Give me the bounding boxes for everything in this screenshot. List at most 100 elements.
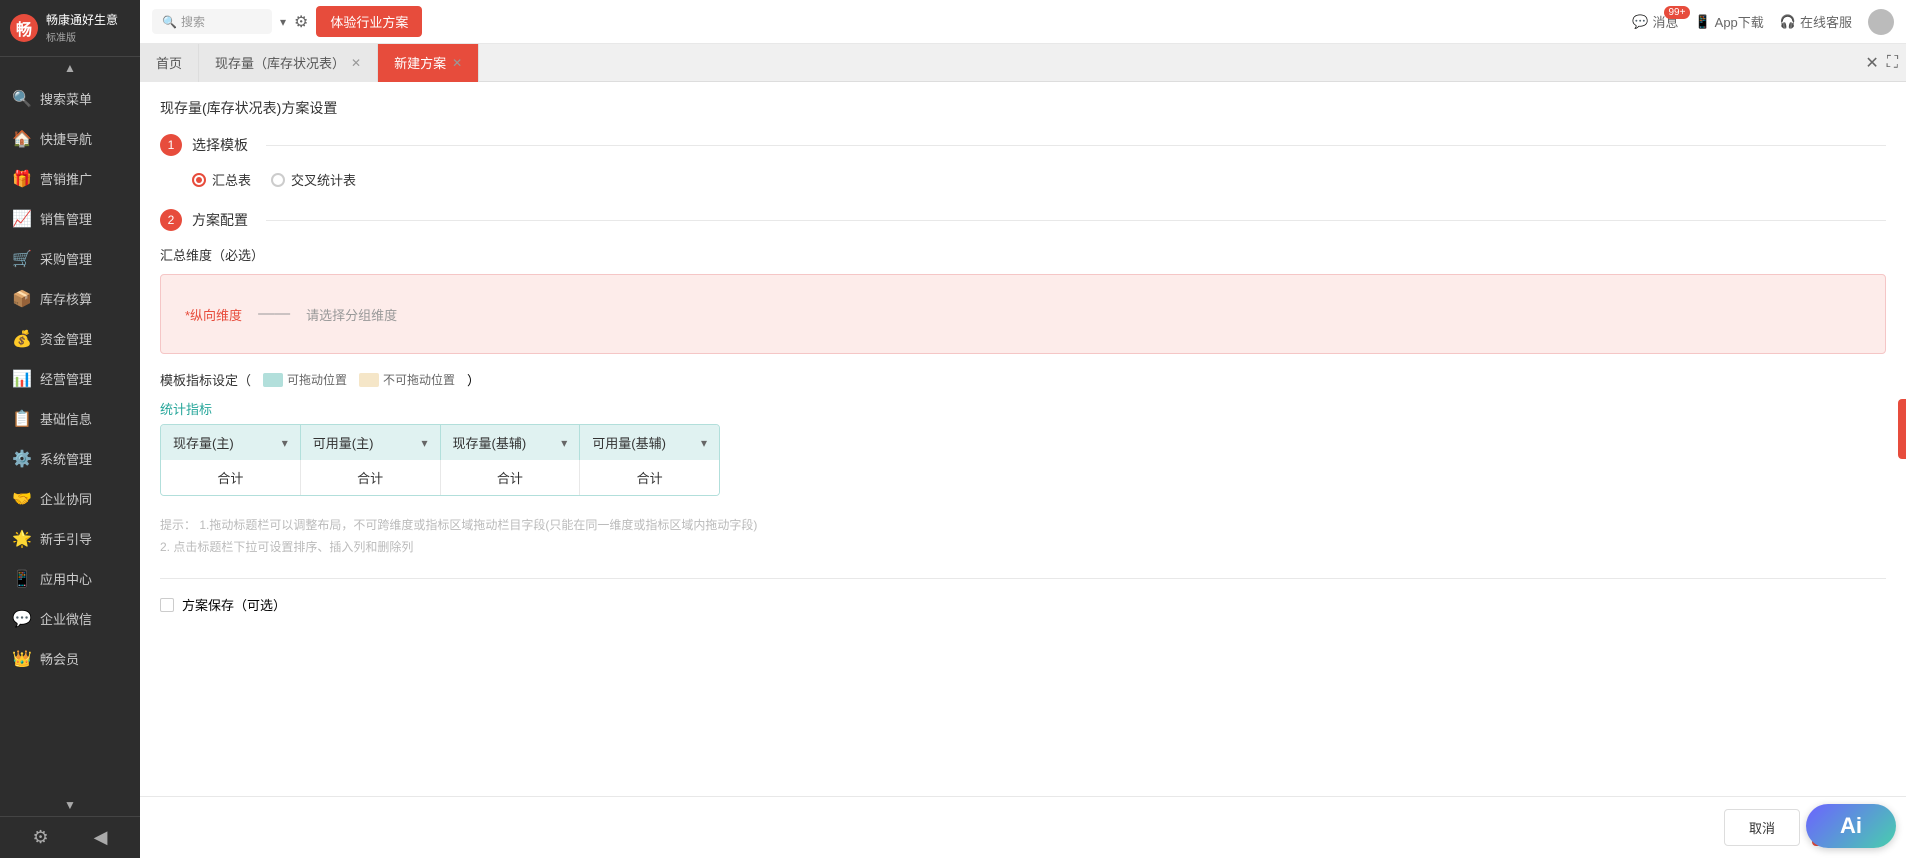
sidebar-item-inventory[interactable]: 📦 库存核算: [0, 279, 140, 319]
summary-dimension-label: 汇总维度（必选）: [160, 245, 1886, 264]
chevron-down-icon: ▾: [280, 15, 286, 29]
home-icon: 🏠: [12, 129, 32, 149]
stats-col-3: 可用量(基辅) ▾: [580, 425, 719, 460]
sidebar-item-purchase[interactable]: 🛒 采购管理: [0, 239, 140, 279]
sidebar-item-label: 资金管理: [40, 329, 92, 348]
ai-fab-label: Ai: [1840, 813, 1862, 839]
sidebar-item-quick-nav[interactable]: 🏠 快捷导航: [0, 119, 140, 159]
sidebar-item-label: 企业协同: [40, 489, 92, 508]
dimension-area[interactable]: *纵向维度 —— 请选择分组维度: [160, 274, 1886, 354]
step1-title: 选择模板: [192, 135, 248, 155]
stats-col-0-chevron[interactable]: ▾: [282, 436, 288, 450]
step2-badge: 2: [160, 209, 182, 231]
sidebar-logo: 畅 畅康通好生意 标准版: [0, 0, 140, 57]
sidebar-item-wechat[interactable]: 💬 企业微信: [0, 599, 140, 639]
sidebar-scroll-up[interactable]: ▲: [0, 57, 140, 79]
scheme-save-checkbox[interactable]: [160, 598, 174, 612]
trial-button[interactable]: 体验行业方案: [316, 6, 422, 37]
dimension-required-label: *纵向维度: [185, 305, 242, 324]
stats-col-2-label: 现存量(基辅): [453, 433, 527, 452]
app-logo-icon: 畅: [10, 14, 38, 42]
sidebar-item-basic-info[interactable]: 📋 基础信息: [0, 399, 140, 439]
sidebar-item-label: 搜索菜单: [40, 89, 92, 108]
sidebar-item-label: 快捷导航: [40, 129, 92, 148]
service-button[interactable]: 🎧 在线客服: [1780, 12, 1852, 31]
settings-bottom-icon[interactable]: ⚙: [33, 827, 49, 848]
gear-icon: ⚙️: [12, 449, 32, 469]
stats-col-1-chevron[interactable]: ▾: [421, 436, 427, 450]
cancel-button[interactable]: 取消: [1724, 809, 1800, 846]
option-summary-label: 汇总表: [212, 170, 251, 189]
tab-new-label: 新建方案: [394, 53, 446, 72]
option-summary-table[interactable]: 汇总表: [192, 170, 251, 189]
gift-icon: 🎁: [12, 169, 32, 189]
step2-title: 方案配置: [192, 210, 248, 230]
radio-summary-table[interactable]: [192, 173, 206, 187]
sidebar-item-marketing[interactable]: 🎁 营销推广: [0, 159, 140, 199]
ai-fab-button[interactable]: Ai: [1806, 804, 1896, 848]
stats-col-0: 现存量(主) ▾: [161, 425, 301, 460]
search-icon: 🔍: [12, 89, 32, 109]
tab-new-close[interactable]: ✕: [452, 56, 462, 70]
stats-col-2-chevron[interactable]: ▾: [561, 436, 567, 450]
tab-inventory[interactable]: 现存量（库存状况表） ✕: [199, 44, 378, 82]
footer-bar: 取消 查询: [140, 796, 1906, 858]
radio-cross-table[interactable]: [271, 173, 285, 187]
settings-icon[interactable]: ⚙: [294, 12, 308, 32]
side-float-button[interactable]: [1898, 399, 1906, 459]
dimension-placeholder: 请选择分组维度: [306, 305, 397, 324]
user-avatar[interactable]: [1868, 9, 1894, 35]
collapse-icon[interactable]: ◀: [94, 827, 108, 848]
tab-inventory-close[interactable]: ✕: [351, 56, 361, 70]
expand-icon[interactable]: ⛶: [1887, 54, 1898, 72]
sidebar-item-label: 采购管理: [40, 249, 92, 268]
crown-icon: 👑: [12, 649, 32, 669]
sidebar-item-operations[interactable]: 📊 经营管理: [0, 359, 140, 399]
sidebar-item-guide[interactable]: 🌟 新手引导: [0, 519, 140, 559]
sidebar-item-sales[interactable]: 📈 销售管理: [0, 199, 140, 239]
sidebar-item-label: 基础信息: [40, 409, 92, 428]
sidebar-item-system[interactable]: ⚙️ 系统管理: [0, 439, 140, 479]
app-download-button[interactable]: 📱 App下载: [1694, 12, 1763, 31]
sidebar-item-label: 系统管理: [40, 449, 92, 468]
search-placeholder: 搜索: [181, 13, 205, 30]
header-dropdown[interactable]: ▾: [280, 15, 286, 29]
sidebar-item-search[interactable]: 🔍 搜索菜单: [0, 79, 140, 119]
scheme-save: 方案保存（可选）: [160, 578, 1886, 630]
tabs-bar: 首页 现存量（库存状况表） ✕ 新建方案 ✕ ✕ ⛶: [140, 44, 1906, 82]
chart-icon: 📈: [12, 209, 32, 229]
sidebar-item-member[interactable]: 👑 畅会员: [0, 639, 140, 679]
collab-icon: 🤝: [12, 489, 32, 509]
sidebar-item-label: 新手引导: [40, 529, 92, 548]
legend-draggable-label: 可拖动位置: [287, 371, 347, 388]
scheme-config: 汇总维度（必选） *纵向维度 —— 请选择分组维度 模板指标设定（ 可拖动: [160, 245, 1886, 558]
sidebar-scroll-down[interactable]: ▼: [0, 794, 140, 816]
option-cross-table[interactable]: 交叉统计表: [271, 170, 356, 189]
sidebar-item-label: 销售管理: [40, 209, 92, 228]
headset-icon: 🎧: [1780, 14, 1796, 30]
sidebar-item-finance[interactable]: 💰 资金管理: [0, 319, 140, 359]
header-search[interactable]: 🔍 搜索: [152, 9, 272, 34]
box-icon: 📦: [12, 289, 32, 309]
phone-icon: 📱: [1694, 14, 1710, 30]
sidebar-item-app-center[interactable]: 📱 应用中心: [0, 559, 140, 599]
step1-badge: 1: [160, 134, 182, 156]
tab-home-label: 首页: [156, 53, 182, 72]
sidebar-item-collab[interactable]: 🤝 企业协同: [0, 479, 140, 519]
tab-new-scheme[interactable]: 新建方案 ✕: [378, 44, 479, 82]
option-cross-label: 交叉统计表: [291, 170, 356, 189]
sidebar: 畅 畅康通好生意 标准版 ▲ 🔍 搜索菜单 🏠 快捷导航 🎁 营销推广 📈 销售…: [0, 0, 140, 858]
non-draggable-color-box: [359, 373, 379, 387]
message-icon: 💬: [1632, 14, 1648, 30]
metrics-legend-close: ）: [467, 370, 480, 389]
step1-section: 1 选择模板 汇总表 交叉统计表: [160, 134, 1886, 189]
ops-icon: 📊: [12, 369, 32, 389]
info-icon: 📋: [12, 409, 32, 429]
dimension-arrow: ——: [258, 305, 290, 323]
stats-col-3-chevron[interactable]: ▾: [701, 436, 707, 450]
sidebar-item-label: 畅会员: [40, 649, 79, 668]
message-button[interactable]: 💬 消息 99+: [1632, 12, 1678, 31]
close-panel-icon[interactable]: ✕: [1865, 53, 1878, 73]
tab-home[interactable]: 首页: [140, 44, 199, 82]
tabs-actions: ✕ ⛶: [1865, 53, 1906, 73]
